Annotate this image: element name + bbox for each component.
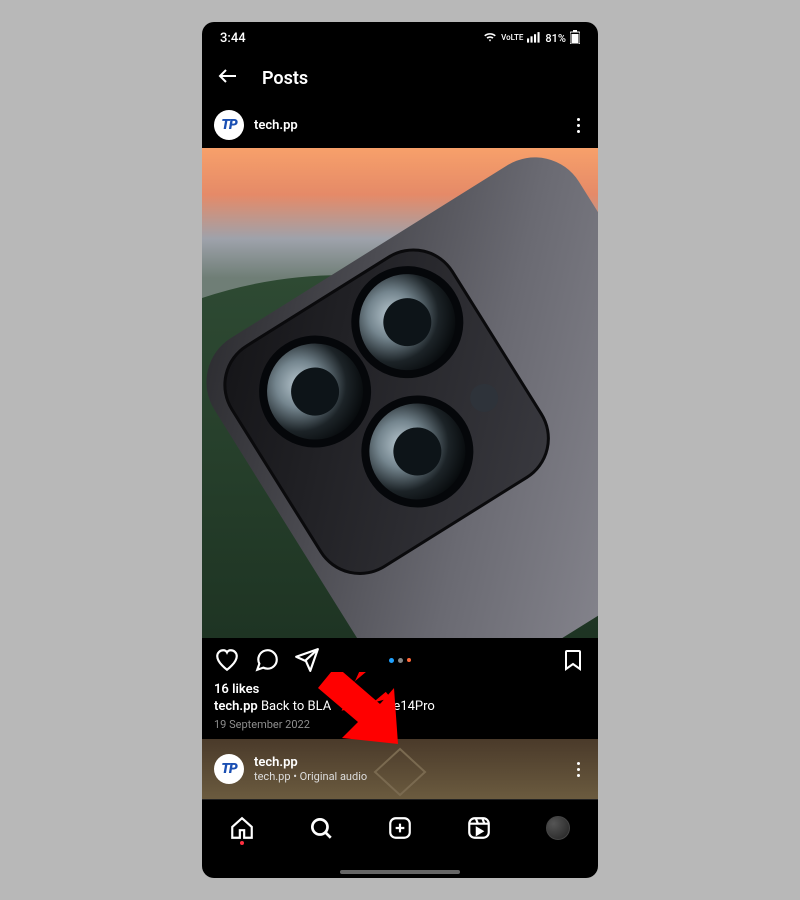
nav-search-icon[interactable] xyxy=(308,815,334,841)
carousel-dot xyxy=(407,658,411,662)
notification-dot xyxy=(240,841,244,845)
like-icon[interactable] xyxy=(214,647,240,673)
next-post-subtitle[interactable]: tech.pp • Original audio xyxy=(254,770,367,783)
carousel-dot xyxy=(389,658,394,663)
caption-username[interactable]: tech.pp xyxy=(214,699,258,714)
status-bar: 3:44 VoLTE 81% xyxy=(202,22,598,54)
more-options-icon[interactable] xyxy=(571,756,586,783)
gesture-bar xyxy=(340,870,460,874)
more-options-icon[interactable] xyxy=(571,112,586,139)
post-caption: tech.pp Back to BLAxxxxxPhone14Pro xyxy=(214,699,586,714)
bookmark-icon[interactable] xyxy=(560,647,586,673)
carousel-dot xyxy=(398,658,403,663)
battery-icon xyxy=(570,30,580,47)
bottom-nav xyxy=(202,799,598,855)
nav-home-icon[interactable] xyxy=(229,815,255,841)
back-icon[interactable] xyxy=(216,64,240,92)
signal-icon xyxy=(527,31,541,46)
avatar[interactable]: TP xyxy=(214,110,244,140)
wifi-icon xyxy=(483,31,497,46)
status-right: VoLTE 81% xyxy=(483,30,580,47)
phone-frame: 3:44 VoLTE 81% Posts TP tech.pp xyxy=(202,22,598,878)
comment-icon[interactable] xyxy=(254,647,280,673)
next-post-header: TP tech.pp tech.pp • Original audio xyxy=(202,739,598,799)
post-action-bar xyxy=(202,638,598,682)
caption-text-suffix: Phone14Pro xyxy=(363,699,434,714)
post-username[interactable]: tech.pp xyxy=(254,118,561,133)
nav-profile-avatar[interactable] xyxy=(545,815,571,841)
avatar[interactable]: TP xyxy=(214,754,244,784)
caption-text-prefix: Back to BLA xyxy=(261,699,331,714)
post-date: 19 September 2022 xyxy=(214,718,586,731)
status-time: 3:44 xyxy=(220,31,246,46)
nav-create-icon[interactable] xyxy=(387,815,413,841)
share-icon[interactable] xyxy=(294,647,320,673)
app-header: Posts xyxy=(202,54,598,102)
next-post-username[interactable]: tech.pp xyxy=(254,755,367,770)
nav-reels-icon[interactable] xyxy=(466,815,492,841)
network-badge: VoLTE xyxy=(501,34,523,42)
likes-count[interactable]: 16 likes xyxy=(214,682,586,697)
post-image[interactable] xyxy=(202,148,598,638)
page-title: Posts xyxy=(262,68,308,89)
post-header: TP tech.pp xyxy=(202,102,598,148)
carousel-dots xyxy=(389,658,411,663)
decorative-shape xyxy=(365,747,435,797)
post-meta: 16 likes tech.pp Back to BLAxxxxxPhone14… xyxy=(202,682,598,739)
battery-percent: 81% xyxy=(545,32,566,45)
